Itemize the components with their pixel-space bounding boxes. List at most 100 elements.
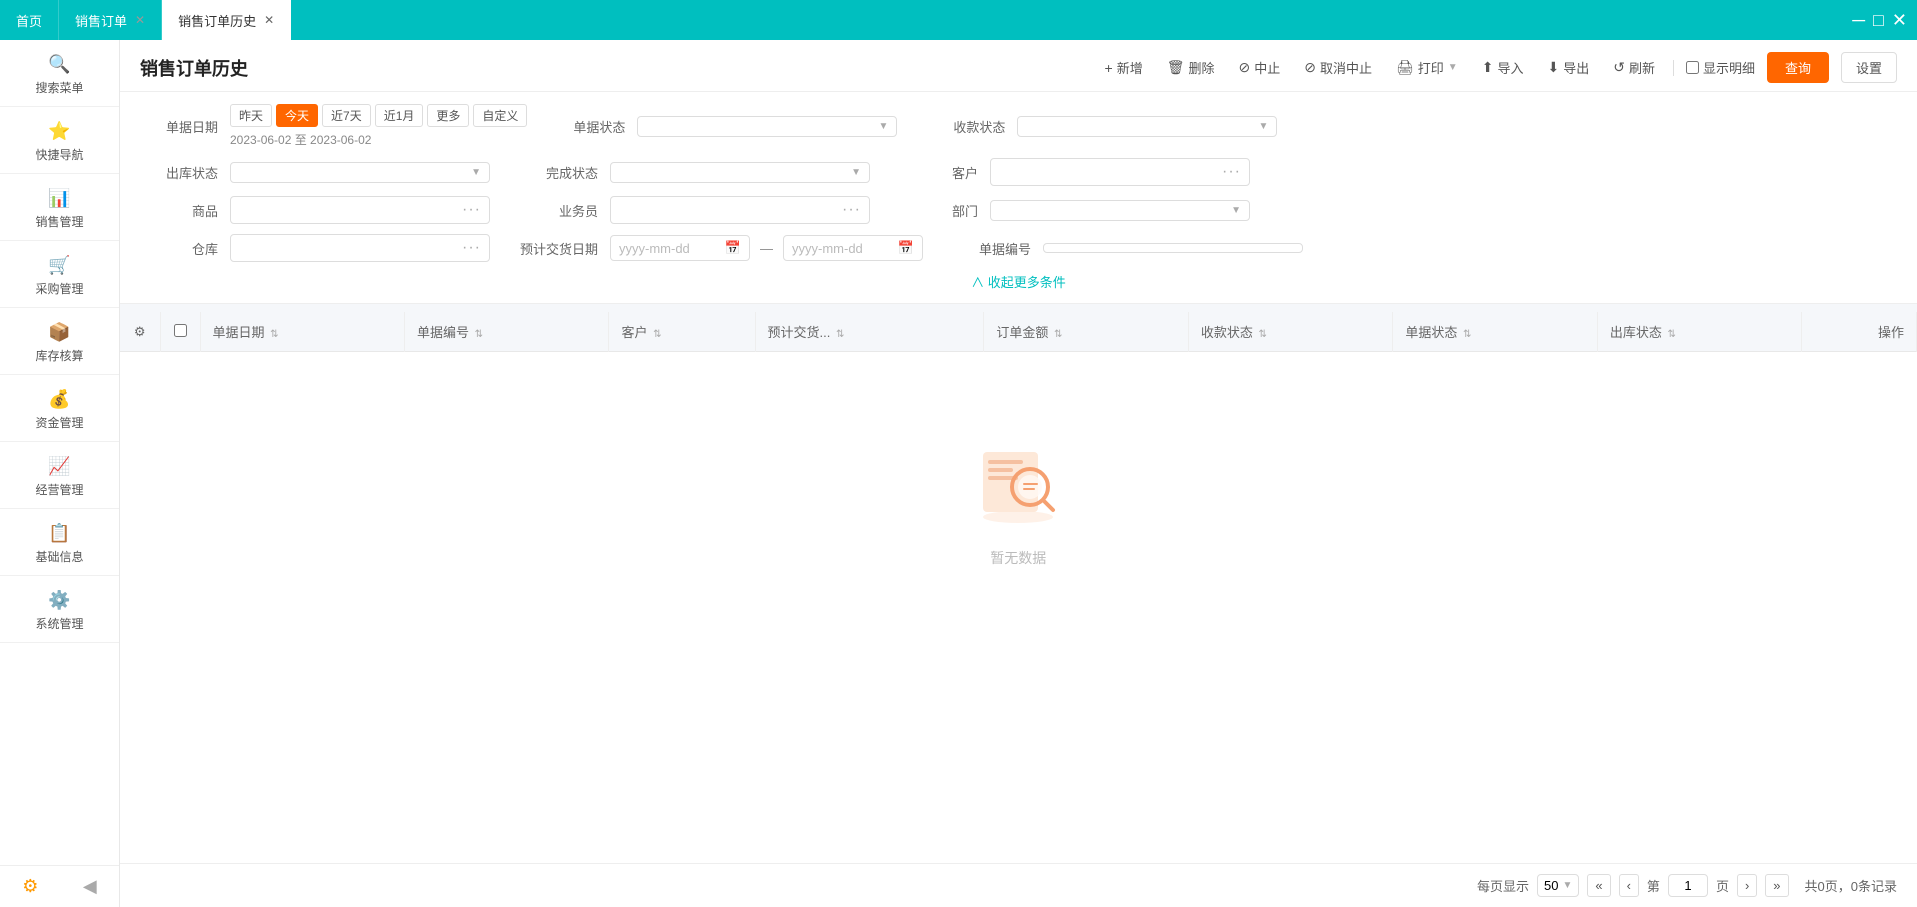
show-detail-checkbox[interactable] xyxy=(1686,61,1699,74)
tab-sales-order-history-close[interactable]: ✕ xyxy=(264,13,274,27)
tab-sales-order-close[interactable]: ✕ xyxy=(135,13,145,27)
sidebar-item-quick-nav[interactable]: ⭐ 快捷导航 xyxy=(0,107,119,174)
date-more-btn[interactable]: 更多 xyxy=(427,104,469,127)
order-status-select[interactable]: ▼ xyxy=(637,116,897,137)
th-date-sort-icon: ⇅ xyxy=(270,329,278,340)
print-icon: 🖨 xyxy=(1396,59,1414,76)
refresh-label: 刷新 xyxy=(1629,58,1655,77)
th-customer[interactable]: 客户 ⇅ xyxy=(609,312,755,352)
query-button[interactable]: 查询 xyxy=(1767,52,1829,83)
sidebar-item-basic-info[interactable]: 📋 基础信息 xyxy=(0,509,119,576)
salesperson-input[interactable]: ··· xyxy=(610,196,870,224)
table-settings-icon-th[interactable]: ⚙ xyxy=(120,312,160,352)
th-date[interactable]: 单据日期 ⇅ xyxy=(200,312,404,352)
page-size-select[interactable]: 50 ▼ xyxy=(1537,874,1579,897)
window-minimize-btn[interactable]: ─ xyxy=(1852,10,1865,31)
th-out-status[interactable]: 出库状态 ⇅ xyxy=(1597,312,1801,352)
last-page-btn[interactable]: » xyxy=(1765,874,1788,897)
main-layout: 🔍 搜索菜单 ⭐ 快捷导航 📊 销售管理 🛒 采购管理 📦 库存核算 💰 资金管… xyxy=(0,40,1917,907)
department-select[interactable]: ▼ xyxy=(990,200,1250,221)
th-payment-status-label: 收款状态 xyxy=(1201,325,1253,340)
data-table: ⚙ 单据日期 ⇅ 单据编号 ⇅ 客户 ⇅ xyxy=(120,312,1917,648)
print-button[interactable]: 🖨 打印 ▼ xyxy=(1390,54,1464,81)
prev-page-btn[interactable]: ‹ xyxy=(1619,874,1639,897)
delete-icon: 🗑 xyxy=(1167,59,1185,76)
sidebar-item-sales-mgmt[interactable]: 📊 销售管理 xyxy=(0,174,119,241)
complete-status-select[interactable]: ▼ xyxy=(610,162,870,183)
th-expected-date-sort-icon: ⇅ xyxy=(836,329,844,340)
sidebar-item-system-mgmt[interactable]: ⚙️ 系统管理 xyxy=(0,576,119,643)
th-no[interactable]: 单据编号 ⇅ xyxy=(404,312,608,352)
empty-text: 暂无数据 xyxy=(990,548,1046,568)
th-amount[interactable]: 订单金额 ⇅ xyxy=(984,312,1188,352)
print-label: 打印 xyxy=(1418,58,1444,77)
date-7days-btn[interactable]: 近7天 xyxy=(322,104,371,127)
sidebar: 🔍 搜索菜单 ⭐ 快捷导航 📊 销售管理 🛒 采购管理 📦 库存核算 💰 资金管… xyxy=(0,40,120,907)
goods-input[interactable]: ··· xyxy=(230,196,490,224)
customer-input[interactable]: ··· xyxy=(990,158,1250,186)
window-maximize-btn[interactable]: □ xyxy=(1873,10,1884,31)
department-arrow-icon: ▼ xyxy=(1231,205,1241,216)
delete-button[interactable]: 🗑 删除 xyxy=(1161,54,1221,81)
sidebar-item-inventory-label: 库存核算 xyxy=(35,347,83,364)
th-order-status[interactable]: 单据状态 ⇅ xyxy=(1393,312,1597,352)
page-size-value: 50 xyxy=(1544,878,1558,893)
tab-sales-order[interactable]: 销售订单 ✕ xyxy=(59,0,162,40)
sidebar-item-operation[interactable]: 📈 经营管理 xyxy=(0,442,119,509)
warehouse-input[interactable]: ··· xyxy=(230,234,490,262)
th-out-status-sort-icon: ⇅ xyxy=(1667,329,1675,340)
collapse-sidebar-icon[interactable]: ◀ xyxy=(83,876,97,897)
export-icon: ⬇ xyxy=(1547,59,1559,76)
payment-status-select[interactable]: ▼ xyxy=(1017,116,1277,137)
goods-label: 商品 xyxy=(140,201,230,220)
content-area: 销售订单历史 + 新增 🗑 删除 ⊘ 中止 ⊘ 取消中止 xyxy=(120,40,1917,907)
th-checkbox[interactable] xyxy=(160,312,200,352)
window-close-btn[interactable]: ✕ xyxy=(1892,10,1907,31)
date-custom-btn[interactable]: 自定义 xyxy=(473,104,527,127)
import-button[interactable]: ⬆ 导入 xyxy=(1476,54,1530,81)
order-no-input[interactable] xyxy=(1043,243,1303,253)
refresh-button[interactable]: ↺ 刷新 xyxy=(1607,54,1661,81)
sidebar-item-finance[interactable]: 💰 资金管理 xyxy=(0,375,119,442)
warehouse-dots-icon: ··· xyxy=(462,239,481,257)
expected-date-start-input[interactable]: yyyy-mm-dd 📅 xyxy=(610,235,750,261)
setting-button[interactable]: 设置 xyxy=(1841,52,1897,83)
sidebar-item-search-menu[interactable]: 🔍 搜索菜单 xyxy=(0,40,119,107)
operation-icon: 📈 xyxy=(48,456,70,477)
collapse-filter-btn[interactable]: ∧ 收起更多条件 xyxy=(140,272,1897,291)
page-number-input[interactable] xyxy=(1668,874,1708,897)
page-title: 销售订单历史 xyxy=(140,55,248,81)
th-order-status-sort-icon: ⇅ xyxy=(1463,329,1471,340)
table-header-row: ⚙ 单据日期 ⇅ 单据编号 ⇅ 客户 ⇅ xyxy=(120,312,1917,352)
tab-sales-order-history[interactable]: 销售订单历史 ✕ xyxy=(162,0,291,40)
customer-label: 客户 xyxy=(900,163,990,182)
complete-status-label: 完成状态 xyxy=(520,163,610,182)
show-detail-checkbox-label[interactable]: 显示明细 xyxy=(1686,58,1755,77)
th-payment-status[interactable]: 收款状态 ⇅ xyxy=(1188,312,1392,352)
filter-row-3: 商品 ··· 业务员 ··· 部门 ▼ xyxy=(140,196,1897,224)
select-all-checkbox[interactable] xyxy=(174,324,187,337)
page-label-post: 页 xyxy=(1716,876,1729,895)
date-1month-btn[interactable]: 近1月 xyxy=(375,104,424,127)
sidebar-item-inventory[interactable]: 📦 库存核算 xyxy=(0,308,119,375)
settings-icon[interactable]: ⚙ xyxy=(22,876,38,897)
new-button[interactable]: + 新增 xyxy=(1099,54,1149,81)
cancel-stop-button[interactable]: ⊘ 取消中止 xyxy=(1298,54,1378,81)
export-button[interactable]: ⬇ 导出 xyxy=(1541,54,1595,81)
out-status-select[interactable]: ▼ xyxy=(230,162,490,183)
pagination-bar: 每页显示 50 ▼ « ‹ 第 页 › » 共0页，0条记录 xyxy=(120,863,1917,907)
stop-label: 中止 xyxy=(1254,58,1280,77)
stop-button[interactable]: ⊘ 中止 xyxy=(1233,54,1287,81)
th-expected-date[interactable]: 预计交货... ⇅ xyxy=(755,312,984,352)
import-icon: ⬆ xyxy=(1482,59,1494,76)
date-today-btn[interactable]: 今天 xyxy=(276,104,318,127)
sidebar-item-purchase-mgmt[interactable]: 🛒 采购管理 xyxy=(0,241,119,308)
expected-date-end-input[interactable]: yyyy-mm-dd 📅 xyxy=(783,235,923,261)
th-no-sort-icon: ⇅ xyxy=(475,329,483,340)
delete-label: 删除 xyxy=(1188,58,1214,77)
next-page-btn[interactable]: › xyxy=(1737,874,1757,897)
date-yesterday-btn[interactable]: 昨天 xyxy=(230,104,272,127)
customer-dots-icon: ··· xyxy=(1222,163,1241,181)
first-page-btn[interactable]: « xyxy=(1587,874,1610,897)
tab-home[interactable]: 首页 xyxy=(0,0,59,40)
